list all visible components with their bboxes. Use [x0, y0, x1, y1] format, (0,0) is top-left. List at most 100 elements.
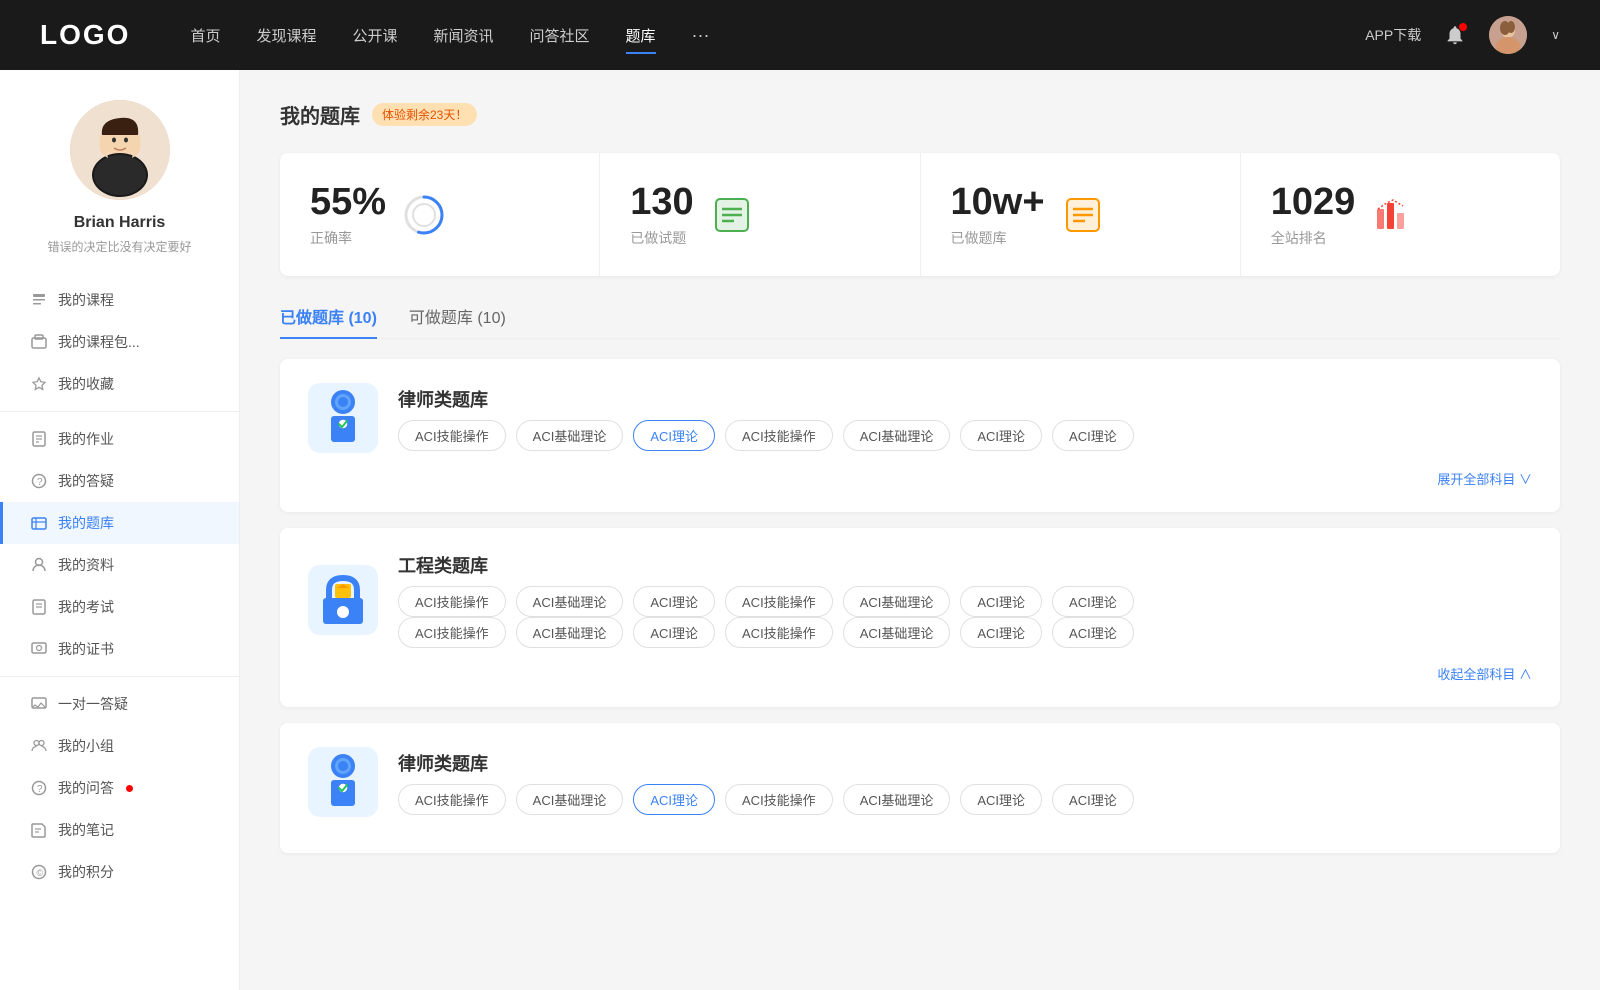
- avatar-image: [70, 100, 170, 200]
- notification-bell[interactable]: [1441, 21, 1469, 49]
- tab-done-banks[interactable]: 已做题库 (10): [280, 304, 377, 338]
- stat-done-banks-value: 10w+: [951, 181, 1045, 224]
- tab-available-banks[interactable]: 可做题库 (10): [409, 304, 506, 338]
- bank-tag[interactable]: ACI基础理论: [843, 617, 951, 648]
- nav-discover[interactable]: 发现课程: [256, 21, 316, 50]
- sidebar-item-points[interactable]: © 我的积分: [0, 851, 239, 893]
- sidebar-item-cert-label: 我的证书: [58, 639, 114, 659]
- bank-tag[interactable]: ACI技能操作: [398, 586, 506, 617]
- stat-done-questions-label: 已做试题: [630, 228, 693, 248]
- profile-icon: [30, 556, 48, 574]
- sidebar-item-notes[interactable]: 我的笔记: [0, 809, 239, 851]
- app-download-link[interactable]: APP下载: [1365, 25, 1421, 45]
- bank-tag-active[interactable]: ACI理论: [633, 784, 715, 815]
- user-menu-chevron[interactable]: ∨: [1551, 28, 1560, 42]
- nav-news[interactable]: 新闻资讯: [434, 21, 494, 50]
- bank-tag[interactable]: ACI基础理论: [516, 617, 624, 648]
- sidebar-item-profile[interactable]: 我的资料: [0, 544, 239, 586]
- navbar: LOGO 首页 发现课程 公开课 新闻资讯 问答社区 题库 ··· APP下载 …: [0, 0, 1600, 70]
- bank-tag[interactable]: ACI基础理论: [843, 420, 951, 451]
- sidebar-item-exam[interactable]: 我的考试: [0, 586, 239, 628]
- bank-tag[interactable]: ACI理论: [960, 617, 1042, 648]
- exam-icon: [30, 598, 48, 616]
- sidebar-item-notes-label: 我的笔记: [58, 820, 114, 840]
- sidebar-item-qa[interactable]: ? 我的答疑: [0, 460, 239, 502]
- bank-title-lawyer2: 律师类题库 ACI技能操作 ACI基础理论 ACI理论 ACI技能操作 ACI基…: [398, 750, 1134, 815]
- sidebar-item-bank[interactable]: 我的题库: [0, 502, 239, 544]
- qa2-notification-dot: [126, 785, 133, 792]
- main-content: 我的题库 体验剩余23天！ 55% 正确率: [240, 70, 1600, 990]
- bank-tag-active[interactable]: ACI理论: [633, 420, 715, 451]
- sidebar: Brian Harris 错误的决定比没有决定要好 我的课程 我的课程包... …: [0, 70, 240, 990]
- sidebar-item-tutor-label: 一对一答疑: [58, 694, 128, 714]
- bank-tag[interactable]: ACI技能操作: [725, 784, 833, 815]
- nav-bank[interactable]: 题库: [626, 21, 656, 50]
- nav-more[interactable]: ···: [692, 25, 710, 46]
- bank-tag[interactable]: ACI技能操作: [398, 420, 506, 451]
- bank-tag[interactable]: ACI基础理论: [516, 420, 624, 451]
- sidebar-item-exam-label: 我的考试: [58, 597, 114, 617]
- stat-done-questions: 130 已做试题: [600, 153, 920, 276]
- ranking-icon: [1371, 193, 1415, 237]
- sidebar-item-course-pkg[interactable]: 我的课程包...: [0, 321, 239, 363]
- sidebar-menu: 我的课程 我的课程包... 我的收藏 我的作业: [0, 279, 239, 893]
- bank-expand-lawyer1[interactable]: 展开全部科目 ∨: [308, 469, 1532, 488]
- bank-tag[interactable]: ACI技能操作: [725, 586, 833, 617]
- bank-tag[interactable]: ACI理论: [1052, 420, 1134, 451]
- sidebar-item-course[interactable]: 我的课程: [0, 279, 239, 321]
- sidebar-item-bank-label: 我的题库: [58, 513, 114, 533]
- bank-tag[interactable]: ACI技能操作: [725, 617, 833, 648]
- nav-qa[interactable]: 问答社区: [530, 21, 590, 50]
- bank-tag[interactable]: ACI理论: [1052, 586, 1134, 617]
- sidebar-divider-1: [0, 411, 239, 412]
- bank-tags-row2-engineer1: ACI技能操作 ACI基础理论 ACI理论 ACI技能操作 ACI基础理论 AC…: [398, 617, 1532, 648]
- main-layout: Brian Harris 错误的决定比没有决定要好 我的课程 我的课程包... …: [0, 70, 1600, 990]
- sidebar-item-qa2[interactable]: ? 我的问答: [0, 767, 239, 809]
- svg-text:?: ?: [37, 784, 43, 795]
- nav-home[interactable]: 首页: [190, 21, 220, 50]
- bank-tag[interactable]: ACI技能操作: [398, 617, 506, 648]
- sidebar-item-course-label: 我的课程: [58, 290, 114, 310]
- sidebar-item-collect[interactable]: 我的收藏: [0, 363, 239, 405]
- bank-tag[interactable]: ACI技能操作: [725, 420, 833, 451]
- bank-tag[interactable]: ACI理论: [633, 586, 715, 617]
- stat-ranking-value: 1029: [1271, 181, 1356, 224]
- stat-done-questions-value: 130: [630, 181, 693, 224]
- group-icon: [30, 737, 48, 755]
- sidebar-item-collect-label: 我的收藏: [58, 374, 114, 394]
- bank-tag[interactable]: ACI基础理论: [516, 586, 624, 617]
- bank-tag[interactable]: ACI理论: [1052, 617, 1134, 648]
- stat-accuracy: 55% 正确率: [280, 153, 600, 276]
- qa2-icon: ?: [30, 779, 48, 797]
- done-banks-icon: [1061, 193, 1105, 237]
- bank-tag[interactable]: ACI基础理论: [843, 784, 951, 815]
- bank-tags-lawyer1: ACI技能操作 ACI基础理论 ACI理论 ACI技能操作 ACI基础理论 AC…: [398, 420, 1134, 451]
- sidebar-item-homework[interactable]: 我的作业: [0, 418, 239, 460]
- bank-collapse-engineer1[interactable]: 收起全部科目 ∧: [308, 664, 1532, 683]
- bank-tag[interactable]: ACI技能操作: [398, 784, 506, 815]
- nav-open[interactable]: 公开课: [352, 21, 397, 50]
- sidebar-item-group[interactable]: 我的小组: [0, 725, 239, 767]
- bank-tag[interactable]: ACI基础理论: [843, 586, 951, 617]
- stat-done-questions-text: 130 已做试题: [630, 181, 693, 248]
- bank-tag[interactable]: ACI理论: [960, 586, 1042, 617]
- bank-tag[interactable]: ACI理论: [633, 617, 715, 648]
- bank-icon-lawyer1: [308, 383, 378, 453]
- bank-tag[interactable]: ACI理论: [960, 784, 1042, 815]
- sidebar-divider-2: [0, 676, 239, 677]
- bank-tag[interactable]: ACI理论: [960, 420, 1042, 451]
- sidebar-motto: 错误的决定比没有决定要好: [27, 238, 211, 255]
- collect-icon: [30, 375, 48, 393]
- bank-tag[interactable]: ACI基础理论: [516, 784, 624, 815]
- stat-accuracy-value: 55%: [310, 181, 386, 224]
- bank-tag[interactable]: ACI理论: [1052, 784, 1134, 815]
- user-avatar[interactable]: [1489, 16, 1527, 54]
- sidebar-item-cert[interactable]: 我的证书: [0, 628, 239, 670]
- cert-icon: [30, 640, 48, 658]
- sidebar-username: Brian Harris: [74, 214, 166, 232]
- sidebar-item-tutor[interactable]: 一对一答疑: [0, 683, 239, 725]
- points-icon: ©: [30, 863, 48, 881]
- trial-badge: 体验剩余23天！: [372, 103, 477, 126]
- bank-section-engineer1: 工程类题库 ACI技能操作 ACI基础理论 ACI理论 ACI技能操作 ACI基…: [280, 528, 1560, 707]
- svg-text:©: ©: [37, 868, 44, 878]
